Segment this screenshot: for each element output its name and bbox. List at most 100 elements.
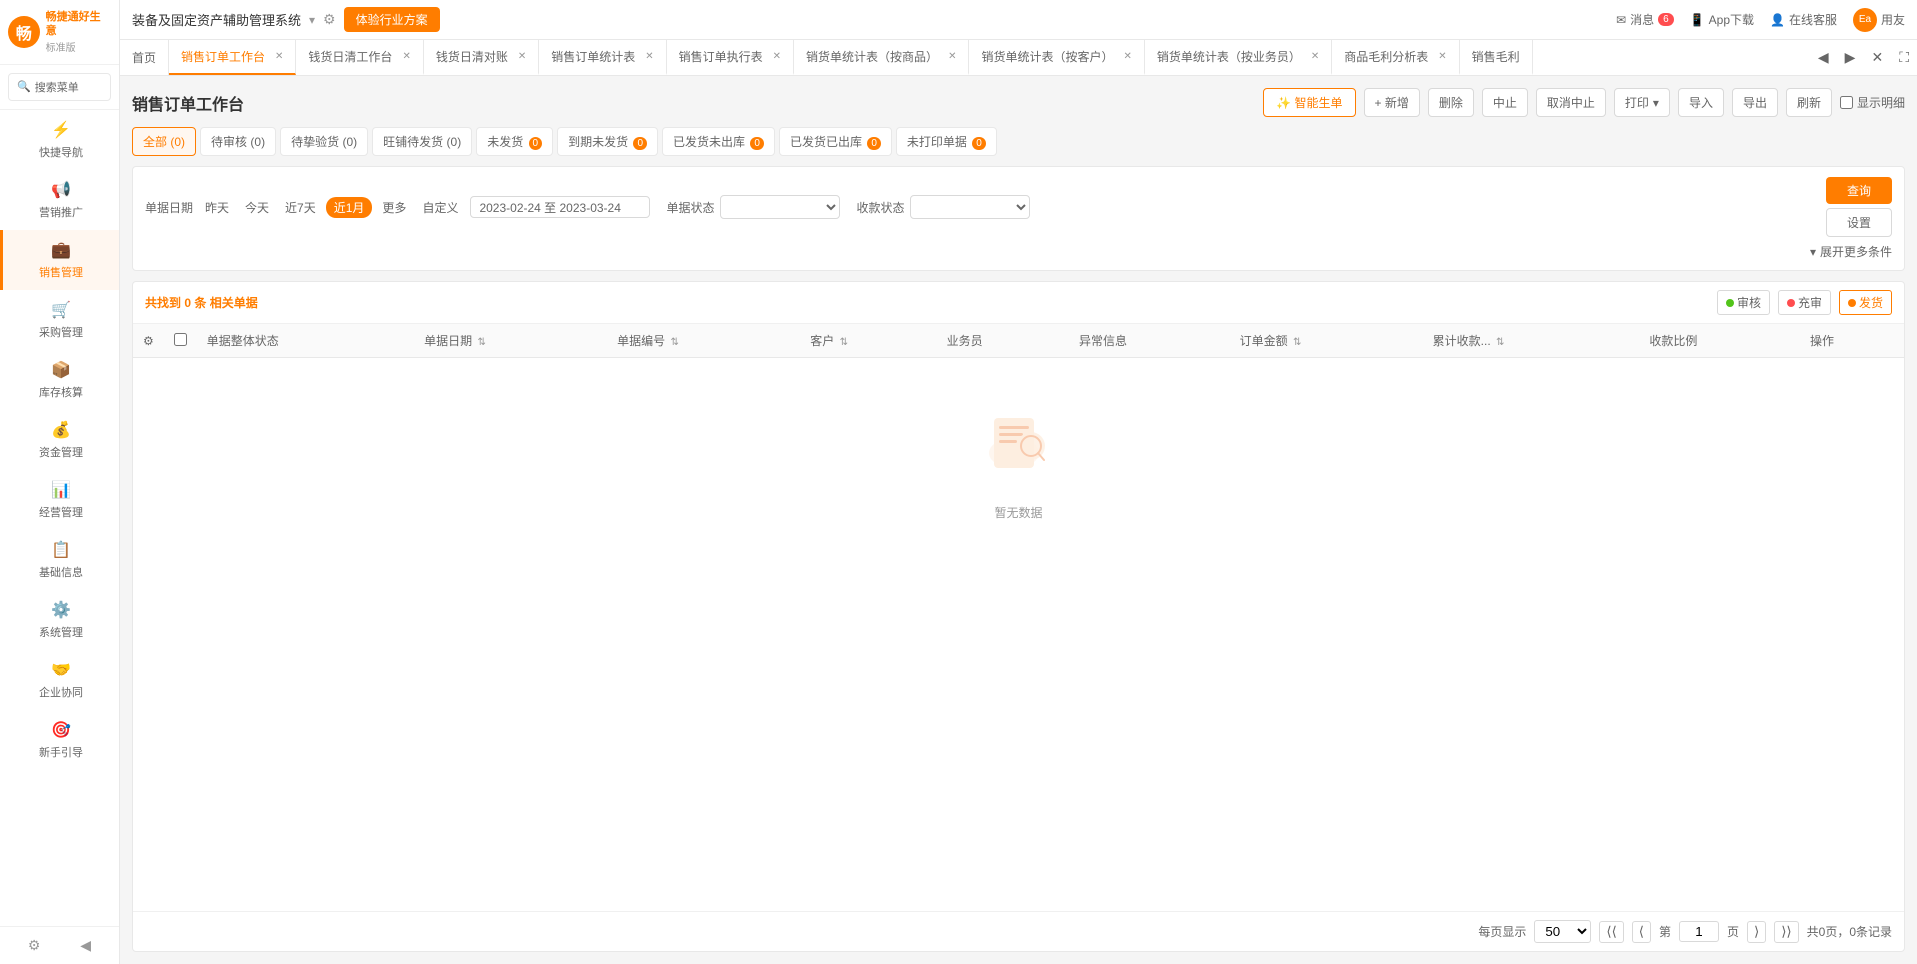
tab-sales-summary-customer[interactable]: 销货单统计表（按客户） ✕ <box>969 40 1144 75</box>
review-btn[interactable]: 审核 <box>1717 290 1770 315</box>
col-received[interactable]: 累计收款... ⇅ <box>1423 324 1640 358</box>
review-label: 审核 <box>1737 294 1761 311</box>
page-first-btn[interactable]: ⟨⟨ <box>1599 921 1623 943</box>
sidebar-item-guide[interactable]: 🎯 新手引导 <box>0 710 119 770</box>
settings-footer-btn[interactable]: ⚙ <box>28 937 41 954</box>
col-doc-status: 单据整体状态 <box>197 324 414 358</box>
tab-close-icon[interactable]: ✕ <box>275 51 283 62</box>
date-1month-btn[interactable]: 近1月 <box>326 197 373 218</box>
tab-close-icon[interactable]: ✕ <box>518 51 526 62</box>
col-payment-ratio: 收款比例 <box>1639 324 1800 358</box>
collapse-footer-btn[interactable]: ◀ <box>80 937 91 954</box>
per-page-select[interactable]: 50 10 20 100 <box>1534 920 1591 943</box>
app-download-btn[interactable]: 📱 App下载 <box>1690 11 1754 28</box>
tab-sales-more[interactable]: 销售毛利 <box>1460 40 1533 75</box>
settings-icon[interactable]: ⚙ <box>323 11 336 28</box>
col-checkbox-header[interactable] <box>164 324 197 358</box>
online-service-btn[interactable]: 👤 在线客服 <box>1770 11 1837 28</box>
sub-tab-shipped-out[interactable]: 已发货已出库 0 <box>779 127 892 156</box>
sub-tab-all[interactable]: 全部 (0) <box>132 127 196 156</box>
trial-btn[interactable]: 体验行业方案 <box>344 7 440 32</box>
tab-cash-reconcile[interactable]: 钱货日清对账 ✕ <box>424 40 539 75</box>
tab-fullscreen-btn[interactable]: ⛶ <box>1891 40 1917 76</box>
tab-sales-stat[interactable]: 销售订单统计表 ✕ <box>539 40 666 75</box>
tab-home[interactable]: 首页 <box>120 40 169 75</box>
sidebar-item-finance[interactable]: 💰 资金管理 <box>0 410 119 470</box>
date-today-btn[interactable]: 今天 <box>239 197 275 218</box>
tab-close-icon[interactable]: ✕ <box>1123 51 1131 62</box>
tab-close-icon[interactable]: ✕ <box>948 51 956 62</box>
tab-sales-summary-staff[interactable]: 销货单统计表（按业务员） ✕ <box>1145 40 1332 75</box>
page-prev-btn[interactable]: ⟨ <box>1632 921 1651 943</box>
sidebar-item-marketing[interactable]: 📢 营销推广 <box>0 170 119 230</box>
search-menu-button[interactable]: 🔍 搜索菜单 <box>8 73 111 101</box>
sub-tab-pending-check[interactable]: 待挚验货 (0) <box>280 127 368 156</box>
search-btn[interactable]: 查询 <box>1826 177 1892 204</box>
sidebar-item-purchase[interactable]: 🛒 采购管理 <box>0 290 119 350</box>
add-btn[interactable]: + 新增 <box>1364 88 1420 117</box>
date-range-input[interactable] <box>470 196 650 218</box>
sidebar-item-system[interactable]: ⚙️ 系统管理 <box>0 590 119 650</box>
search-icon: 🔍 <box>17 80 31 93</box>
tab-product-margin[interactable]: 商品毛利分析表 ✕ <box>1332 40 1459 75</box>
sidebar-item-enterprise[interactable]: 🤝 企业协同 <box>0 650 119 710</box>
expand-btn[interactable]: ▾ 展开更多条件 <box>1810 243 1892 260</box>
refresh-btn[interactable]: 刷新 <box>1786 88 1832 117</box>
page-title: 销售订单工作台 <box>132 91 244 115</box>
tab-close-icon[interactable]: ✕ <box>1438 51 1446 62</box>
date-custom-btn[interactable]: 自定义 <box>416 197 464 218</box>
status-select[interactable] <box>720 195 840 219</box>
dropdown-icon[interactable]: ▾ <box>309 13 315 27</box>
tab-next-btn[interactable]: ▶ <box>1837 40 1864 76</box>
col-doc-date[interactable]: 单据日期 ⇅ <box>414 324 607 358</box>
cancel-stop-btn[interactable]: 取消中止 <box>1536 88 1606 117</box>
sidebar-item-operations[interactable]: 📊 经营管理 <box>0 470 119 530</box>
select-all-checkbox[interactable] <box>174 333 187 346</box>
col-doc-no[interactable]: 单据编号 ⇅ <box>607 324 800 358</box>
export-btn[interactable]: 导出 <box>1732 88 1778 117</box>
date-7days-btn[interactable]: 近7天 <box>279 197 322 218</box>
page-input[interactable] <box>1679 921 1719 942</box>
date-more-btn[interactable]: 更多 <box>376 197 412 218</box>
col-settings[interactable]: ⚙ <box>133 324 164 358</box>
show-detail-checkbox[interactable]: 显示明细 <box>1840 94 1905 111</box>
sub-tab-pending-review[interactable]: 待审核 (0) <box>200 127 276 156</box>
print-btn[interactable]: 打印 ▾ <box>1614 88 1670 117</box>
sidebar-item-quick-nav[interactable]: ⚡ 快捷导航 <box>0 110 119 170</box>
col-customer[interactable]: 客户 ⇅ <box>800 324 936 358</box>
tab-close-icon[interactable]: ✕ <box>645 51 653 62</box>
user-area[interactable]: Ea 用友 <box>1853 8 1905 32</box>
delete-btn[interactable]: 删除 <box>1428 88 1474 117</box>
payment-select[interactable] <box>910 195 1030 219</box>
sidebar-item-inventory[interactable]: 📦 库存核算 <box>0 350 119 410</box>
import-btn[interactable]: 导入 <box>1678 88 1724 117</box>
sidebar-item-basic-info[interactable]: 📋 基础信息 <box>0 530 119 590</box>
tab-sales-workbench[interactable]: 销售订单工作台 ✕ <box>169 40 296 75</box>
set-btn[interactable]: 设置 <box>1826 208 1892 237</box>
sub-tab-not-shipped[interactable]: 未发货 0 <box>476 127 553 156</box>
col-order-amount[interactable]: 订单金额 ⇅ <box>1230 324 1423 358</box>
tab-sales-summary-product[interactable]: 销货单统计表（按商品） ✕ <box>794 40 969 75</box>
sidebar-item-sales[interactable]: 💼 销售管理 <box>0 230 119 290</box>
tab-prev-btn[interactable]: ◀ <box>1810 40 1837 76</box>
sub-tab-wangpu[interactable]: 旺铺待发货 (0) <box>372 127 472 156</box>
tab-cash-daily[interactable]: 钱货日清工作台 ✕ <box>296 40 423 75</box>
tab-close-icon[interactable]: ✕ <box>773 51 781 62</box>
tab-close-icon[interactable]: ✕ <box>1311 51 1319 62</box>
sub-tab-not-printed[interactable]: 未打印单据 0 <box>896 127 997 156</box>
stop-btn[interactable]: 中止 <box>1482 88 1528 117</box>
ship-btn[interactable]: 发货 <box>1839 290 1892 315</box>
tab-close-icon[interactable]: ✕ <box>402 51 410 62</box>
cancel-review-btn[interactable]: 充审 <box>1778 290 1831 315</box>
sub-tab-shipped-not-out[interactable]: 已发货未出库 0 <box>662 127 775 156</box>
message-btn[interactable]: ✉ 消息 6 <box>1616 11 1674 28</box>
ai-generate-btn[interactable]: ✨ 智能生单 <box>1263 88 1355 117</box>
tab-sales-exec[interactable]: 销售订单执行表 ✕ <box>667 40 794 75</box>
sub-tab-overdue-ship[interactable]: 到期未发货 0 <box>557 127 658 156</box>
show-detail-input[interactable] <box>1840 96 1853 109</box>
page-last-btn[interactable]: ⟩⟩ <box>1774 921 1798 943</box>
tab-close-all-btn[interactable]: ✕ <box>1863 40 1891 76</box>
page-next-btn[interactable]: ⟩ <box>1747 921 1766 943</box>
user-avatar: Ea <box>1853 8 1877 32</box>
date-yesterday-btn[interactable]: 昨天 <box>199 197 235 218</box>
